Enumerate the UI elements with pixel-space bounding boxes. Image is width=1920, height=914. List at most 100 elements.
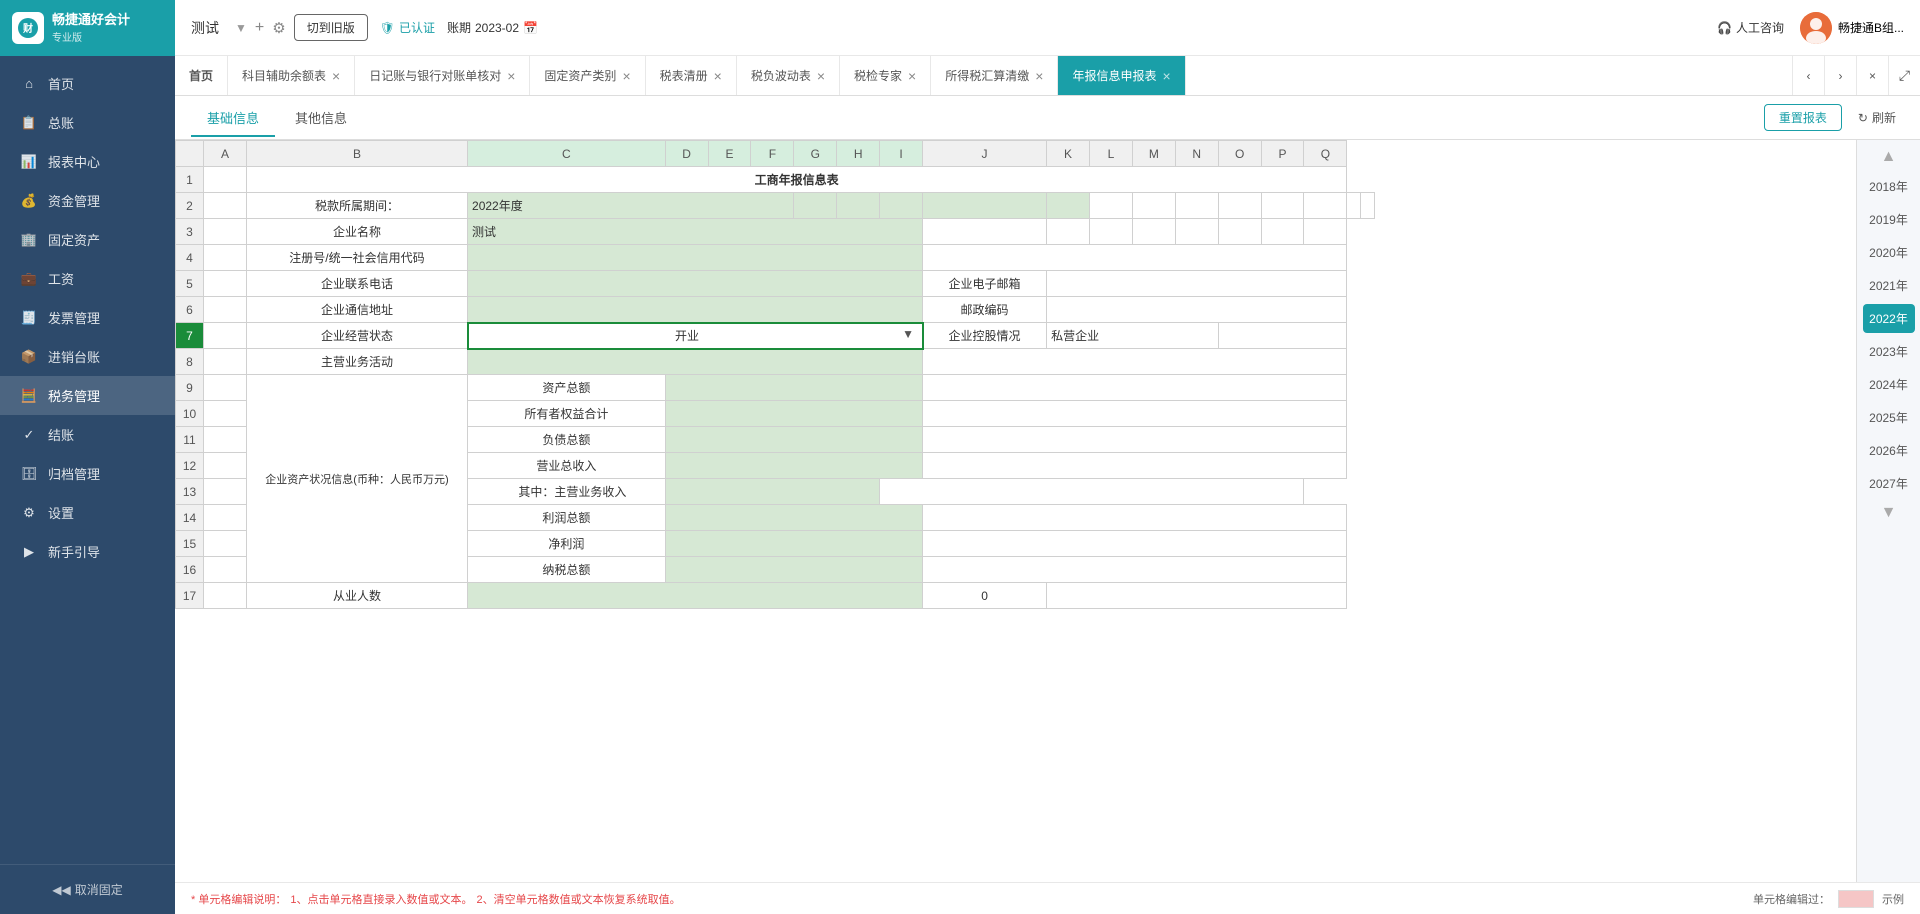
tab-income[interactable]: 所得税汇算清缴 × bbox=[931, 56, 1058, 95]
cell-9B[interactable]: 企业资产状况信息(币种：人民币万元) bbox=[246, 375, 467, 583]
col-L[interactable]: L bbox=[1090, 141, 1133, 167]
cell-15J[interactable] bbox=[923, 531, 1347, 557]
col-N[interactable]: N bbox=[1175, 141, 1218, 167]
cell-14A[interactable] bbox=[204, 505, 247, 531]
tab-close-icon[interactable]: × bbox=[1035, 69, 1043, 83]
cell-14D[interactable] bbox=[665, 505, 922, 531]
calendar-icon[interactable]: 📅 bbox=[523, 21, 538, 35]
cell-2C[interactable]: 2022年度 bbox=[468, 193, 794, 219]
tab-close-icon[interactable]: × bbox=[908, 69, 916, 83]
sidebar-item-stock[interactable]: 📦 进销台账 bbox=[0, 337, 175, 376]
year-scroll-up[interactable]: ▲ bbox=[1857, 144, 1920, 170]
cell-3K[interactable] bbox=[1047, 219, 1090, 245]
cell-2O[interactable] bbox=[1304, 193, 1347, 219]
tab-close-icon[interactable]: × bbox=[1162, 69, 1170, 83]
tab-taxcheck[interactable]: 税检专家 × bbox=[840, 56, 931, 95]
cell-12J[interactable] bbox=[923, 453, 1347, 479]
tab-next-button[interactable]: › bbox=[1824, 56, 1856, 96]
cell-5C[interactable] bbox=[468, 271, 923, 297]
cell-8A[interactable] bbox=[204, 349, 247, 375]
cell-8J[interactable] bbox=[923, 349, 1347, 375]
col-F[interactable]: F bbox=[751, 141, 794, 167]
cell-16D[interactable] bbox=[665, 557, 922, 583]
spreadsheet-main[interactable]: A B C D E F G H I J K L M bbox=[175, 140, 1856, 882]
cell-2Q[interactable] bbox=[1361, 193, 1375, 219]
sidebar-item-settings[interactable]: ⚙ 设置 bbox=[0, 493, 175, 532]
col-H[interactable]: H bbox=[837, 141, 880, 167]
cell-2K[interactable] bbox=[1132, 193, 1175, 219]
col-C[interactable]: C bbox=[468, 141, 666, 167]
year-2026[interactable]: 2026年 bbox=[1863, 436, 1915, 465]
cell-5K[interactable] bbox=[1047, 271, 1347, 297]
col-I[interactable]: I bbox=[880, 141, 923, 167]
cell-3O[interactable] bbox=[1218, 219, 1261, 245]
add-icon[interactable]: + bbox=[255, 19, 264, 37]
cell-2F[interactable] bbox=[837, 193, 880, 219]
cell-15A[interactable] bbox=[204, 531, 247, 557]
cell-12D[interactable] bbox=[665, 453, 922, 479]
tab-taxform[interactable]: 税表清册 × bbox=[646, 56, 737, 95]
tab-close-icon[interactable]: × bbox=[332, 69, 340, 83]
cell-2E[interactable] bbox=[794, 193, 837, 219]
cell-9J[interactable] bbox=[923, 375, 1347, 401]
cell-5A[interactable] bbox=[204, 271, 247, 297]
col-A[interactable]: A bbox=[204, 141, 247, 167]
year-2021[interactable]: 2021年 bbox=[1863, 271, 1915, 300]
col-M[interactable]: M bbox=[1132, 141, 1175, 167]
cell-9A[interactable] bbox=[204, 375, 247, 401]
col-D[interactable]: D bbox=[665, 141, 708, 167]
cell-10A[interactable] bbox=[204, 401, 247, 427]
cell-3L[interactable] bbox=[1090, 219, 1133, 245]
tab-close-icon[interactable]: × bbox=[622, 69, 630, 83]
cell-2P[interactable] bbox=[1347, 193, 1361, 219]
cell-3J[interactable] bbox=[923, 219, 1047, 245]
cell-2H[interactable] bbox=[923, 193, 1047, 219]
cell-10J[interactable] bbox=[923, 401, 1347, 427]
cell-3A[interactable] bbox=[204, 219, 247, 245]
cell-7C-dropdown[interactable]: 开业 ▼ bbox=[468, 323, 923, 349]
reset-report-button[interactable]: 重置报表 bbox=[1764, 104, 1842, 131]
cell-12A[interactable] bbox=[204, 453, 247, 479]
cell-16J[interactable] bbox=[923, 557, 1347, 583]
col-P[interactable]: P bbox=[1261, 141, 1304, 167]
cell-2M[interactable] bbox=[1218, 193, 1261, 219]
cell-11A[interactable] bbox=[204, 427, 247, 453]
cell-3C[interactable]: 测试 bbox=[468, 219, 923, 245]
sub-tab-other[interactable]: 其他信息 bbox=[279, 100, 363, 137]
tab-close-icon[interactable]: × bbox=[507, 69, 515, 83]
year-2023[interactable]: 2023年 bbox=[1863, 337, 1915, 366]
sidebar-item-archive[interactable]: 🗄 归档管理 bbox=[0, 454, 175, 493]
cell-6K[interactable] bbox=[1047, 297, 1347, 323]
cell-7A[interactable] bbox=[204, 323, 247, 349]
year-scroll-down[interactable]: ▼ bbox=[1857, 500, 1920, 526]
cell-3M[interactable] bbox=[1132, 219, 1175, 245]
cell-10D[interactable] bbox=[665, 401, 922, 427]
cell-4A[interactable] bbox=[204, 245, 247, 271]
sidebar-item-settle[interactable]: ✓ 结账 bbox=[0, 415, 175, 454]
cell-13A[interactable] bbox=[204, 479, 247, 505]
col-G[interactable]: G bbox=[794, 141, 837, 167]
cell-2I[interactable] bbox=[1047, 193, 1090, 219]
tab-taxwave[interactable]: 税负波动表 × bbox=[737, 56, 840, 95]
year-2022[interactable]: 2022年 bbox=[1863, 304, 1915, 333]
sidebar-item-guide[interactable]: ▶ 新手引导 bbox=[0, 532, 175, 571]
sidebar-item-asset[interactable]: 🏢 固定资产 bbox=[0, 220, 175, 259]
cell-17J[interactable]: 0 bbox=[923, 583, 1047, 609]
tab-prev-button[interactable]: ‹ bbox=[1792, 56, 1824, 96]
service-button[interactable]: 🎧 人工咨询 bbox=[1717, 19, 1784, 36]
cell-15D[interactable] bbox=[665, 531, 922, 557]
tab-journal[interactable]: 日记账与银行对账单核对 × bbox=[355, 56, 530, 95]
cell-3Q[interactable] bbox=[1304, 219, 1347, 245]
cell-11D[interactable] bbox=[665, 427, 922, 453]
year-2027[interactable]: 2027年 bbox=[1863, 469, 1915, 498]
settings-gear-icon[interactable]: ⚙ bbox=[272, 19, 285, 37]
col-O[interactable]: O bbox=[1218, 141, 1261, 167]
cell-13E[interactable] bbox=[665, 479, 879, 505]
cell-9D[interactable] bbox=[665, 375, 922, 401]
cell-13J[interactable] bbox=[880, 479, 1304, 505]
cell-2A[interactable] bbox=[204, 193, 247, 219]
sidebar-item-fund[interactable]: 💰 资金管理 bbox=[0, 181, 175, 220]
sidebar-item-report[interactable]: 📊 报表中心 bbox=[0, 142, 175, 181]
tab-fixed[interactable]: 固定资产类别 × bbox=[530, 56, 645, 95]
year-2024[interactable]: 2024年 bbox=[1863, 370, 1915, 399]
